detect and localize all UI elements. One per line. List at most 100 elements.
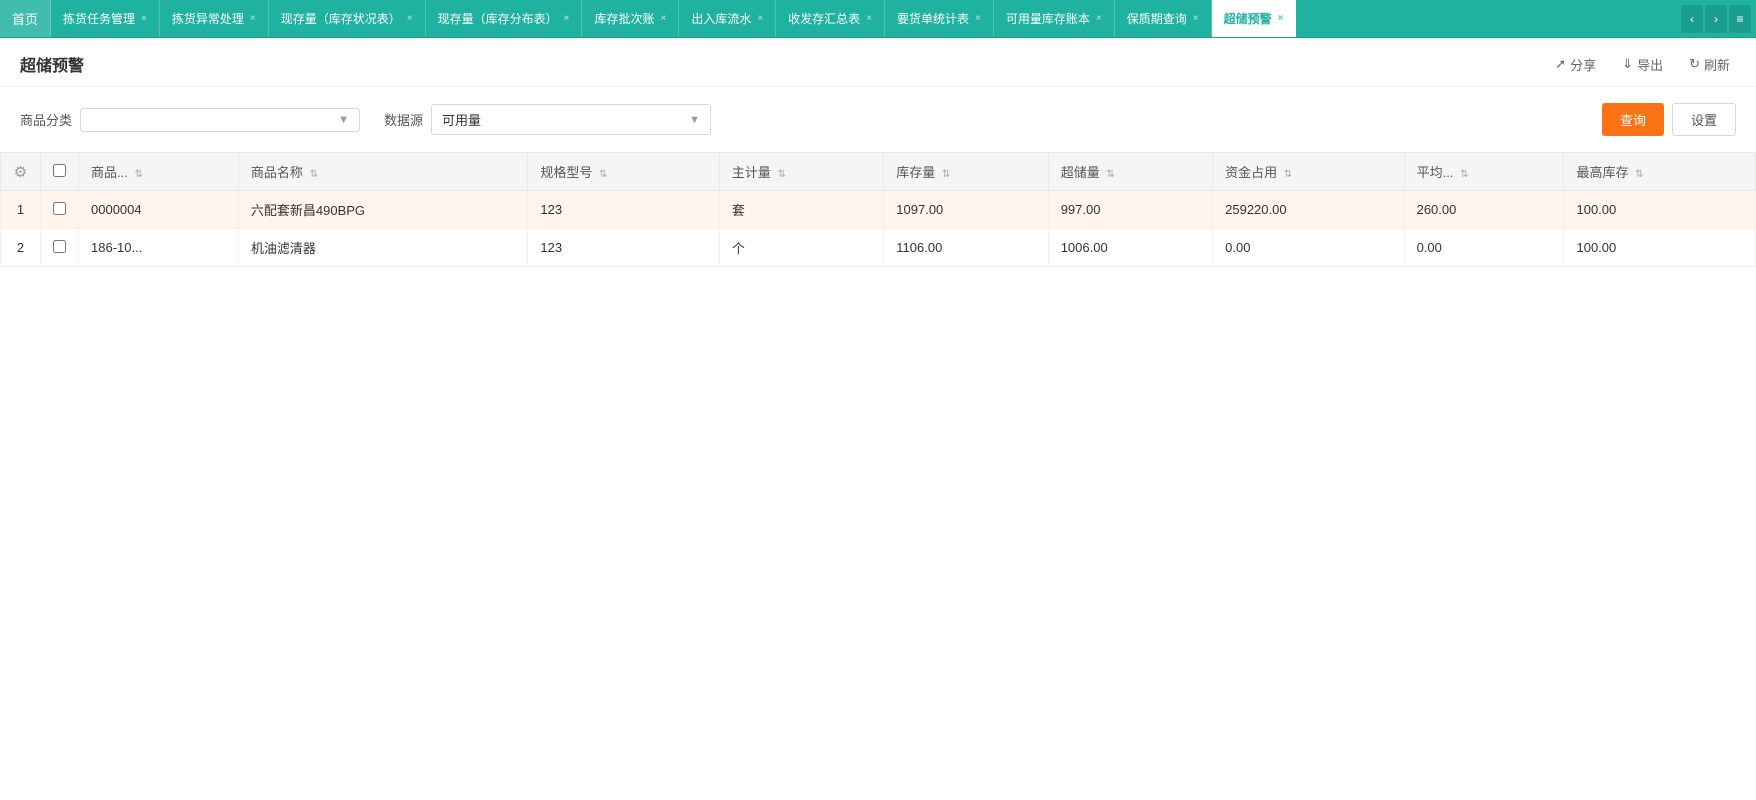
col-product-name[interactable]: 商品名称 ⇅	[238, 153, 528, 191]
checkbox-cell[interactable]	[41, 191, 79, 229]
unit-cell: 个	[719, 229, 883, 267]
close-tab-stock-dist[interactable]: ×	[564, 13, 570, 24]
close-tab-collect-summary[interactable]: ×	[866, 13, 872, 24]
close-tab-inout-flow[interactable]: ×	[757, 13, 763, 24]
col-max-stock[interactable]: 最高库存 ⇅	[1564, 153, 1756, 191]
nav-tab-home[interactable]: 首页	[0, 0, 51, 38]
nav-arrows: ‹ › ≡	[1676, 5, 1756, 33]
col-checkbox	[41, 153, 79, 191]
row-checkbox[interactable]	[53, 240, 66, 253]
chevron-down-icon: ▼	[338, 114, 349, 126]
close-tab-overstock[interactable]: ×	[1278, 13, 1284, 24]
sort-icon-avg: ⇅	[1460, 169, 1468, 180]
share-button[interactable]: ➚ 分享	[1549, 53, 1602, 76]
capital-used-cell: 259220.00	[1213, 191, 1404, 229]
refresh-button[interactable]: ↻ 刷新	[1683, 53, 1736, 76]
close-tab-abnormal[interactable]: ×	[250, 13, 256, 24]
sort-icon-capital-used: ⇅	[1284, 169, 1292, 180]
row-num-cell: 2	[1, 229, 41, 267]
table-row: 10000004六配套新昌490BPG123套1097.00997.002592…	[1, 191, 1756, 229]
col-overstock-qty[interactable]: 超储量 ⇅	[1048, 153, 1212, 191]
nav-tab-abnormal[interactable]: 拣货异常处理 ×	[160, 0, 269, 38]
page-header: 超储预警 ➚ 分享 ⇓ 导出 ↻ 刷新	[0, 38, 1756, 87]
overstock-table: ⚙ 商品... ⇅ 商品名称 ⇅ 规格型号 ⇅	[0, 152, 1756, 267]
nav-prev-button[interactable]: ‹	[1681, 5, 1703, 33]
col-product-code-label: 商品...	[91, 165, 128, 180]
top-navigation: 首页 拣货任务管理 × 拣货异常处理 × 现存量（库存状况表） × 现存量（库存…	[0, 0, 1756, 38]
sort-icon-spec: ⇅	[599, 169, 607, 180]
nav-tab-overstock[interactable]: 超储预警 ×	[1212, 0, 1297, 38]
col-capital-used[interactable]: 资金占用 ⇅	[1213, 153, 1404, 191]
nav-next-button[interactable]: ›	[1705, 5, 1727, 33]
nav-tab-available[interactable]: 可用量库存账本 ×	[994, 0, 1115, 38]
close-tab-batch[interactable]: ×	[660, 13, 666, 24]
max-stock-cell: 100.00	[1564, 229, 1756, 267]
close-tab-available[interactable]: ×	[1096, 13, 1102, 24]
nav-tab-available-label: 可用量库存账本	[1006, 10, 1090, 27]
close-tab-quality[interactable]: ×	[1193, 13, 1199, 24]
col-stock-qty[interactable]: 库存量 ⇅	[884, 153, 1048, 191]
nav-tab-collect-summary[interactable]: 收发存汇总表 ×	[776, 0, 885, 38]
share-icon: ➚	[1555, 56, 1566, 72]
checkbox-cell[interactable]	[41, 229, 79, 267]
col-unit[interactable]: 主计量 ⇅	[719, 153, 883, 191]
datasource-value: 可用量	[442, 110, 481, 129]
spec-cell: 123	[528, 229, 719, 267]
query-button[interactable]: 查询	[1602, 103, 1664, 136]
overstock-qty-cell: 997.00	[1048, 191, 1212, 229]
datasource-select[interactable]: 可用量 ▼	[431, 104, 711, 135]
settings-button[interactable]: 设置	[1672, 103, 1736, 136]
export-icon: ⇓	[1622, 56, 1633, 72]
table-row: 2186-10...机油滤清器123个1106.001006.000.000.0…	[1, 229, 1756, 267]
product-name-cell: 机油滤清器	[238, 229, 528, 267]
category-label: 商品分类	[20, 110, 72, 129]
nav-tab-quality[interactable]: 保质期查询 ×	[1115, 0, 1212, 38]
filter-actions: 查询 设置	[1602, 103, 1736, 136]
overstock-qty-cell: 1006.00	[1048, 229, 1212, 267]
nav-tab-home-label: 首页	[12, 9, 38, 28]
avg-cell: 0.00	[1404, 229, 1564, 267]
col-product-code[interactable]: 商品... ⇅	[79, 153, 239, 191]
nav-tab-task-mgmt[interactable]: 拣货任务管理 ×	[51, 0, 160, 38]
export-button[interactable]: ⇓ 导出	[1616, 53, 1669, 76]
sort-icon-unit: ⇅	[778, 169, 786, 180]
nav-tab-stock-dist[interactable]: 现存量（库存分布表） ×	[426, 0, 583, 38]
row-checkbox[interactable]	[53, 202, 66, 215]
header-actions: ➚ 分享 ⇓ 导出 ↻ 刷新	[1549, 53, 1736, 76]
close-tab-order-stat[interactable]: ×	[975, 13, 981, 24]
nav-tab-batch-label: 库存批次账	[594, 10, 654, 27]
close-tab-stock-status[interactable]: ×	[407, 13, 413, 24]
col-spec[interactable]: 规格型号 ⇅	[528, 153, 719, 191]
nav-tab-batch[interactable]: 库存批次账 ×	[582, 0, 679, 38]
col-avg[interactable]: 平均... ⇅	[1404, 153, 1564, 191]
sort-icon-stock-qty: ⇅	[942, 169, 950, 180]
gear-icon[interactable]: ⚙	[14, 164, 27, 181]
sort-icon-product-name: ⇅	[310, 169, 318, 180]
col-settings[interactable]: ⚙	[1, 153, 41, 191]
nav-tab-order-stat-label: 要货单统计表	[897, 10, 969, 27]
col-overstock-qty-label: 超储量	[1061, 165, 1100, 180]
category-select[interactable]: ▼	[80, 108, 360, 132]
nav-tab-order-stat[interactable]: 要货单统计表 ×	[885, 0, 994, 38]
col-spec-label: 规格型号	[540, 165, 592, 180]
refresh-icon: ↻	[1689, 56, 1700, 72]
product-code-cell: 186-10...	[79, 229, 239, 267]
product-code-cell: 0000004	[79, 191, 239, 229]
export-label: 导出	[1637, 55, 1663, 74]
product-name-cell: 六配套新昌490BPG	[238, 191, 528, 229]
table-container: ⚙ 商品... ⇅ 商品名称 ⇅ 规格型号 ⇅	[0, 152, 1756, 287]
table-header-row: ⚙ 商品... ⇅ 商品名称 ⇅ 规格型号 ⇅	[1, 153, 1756, 191]
nav-tab-stock-status[interactable]: 现存量（库存状况表） ×	[269, 0, 426, 38]
select-all-checkbox[interactable]	[53, 164, 66, 177]
nav-tab-inout-flow-label: 出入库流水	[691, 10, 751, 27]
capital-used-cell: 0.00	[1213, 229, 1404, 267]
close-tab-task-mgmt[interactable]: ×	[141, 13, 147, 24]
nav-tab-inout-flow[interactable]: 出入库流水 ×	[679, 0, 776, 38]
nav-tab-abnormal-label: 拣货异常处理	[172, 10, 244, 27]
nav-tab-quality-label: 保质期查询	[1127, 10, 1187, 27]
chevron-down-icon-2: ▼	[689, 114, 700, 126]
nav-menu-button[interactable]: ≡	[1729, 5, 1751, 33]
refresh-label: 刷新	[1704, 55, 1730, 74]
stock-qty-cell: 1106.00	[884, 229, 1048, 267]
col-capital-used-label: 资金占用	[1225, 165, 1277, 180]
